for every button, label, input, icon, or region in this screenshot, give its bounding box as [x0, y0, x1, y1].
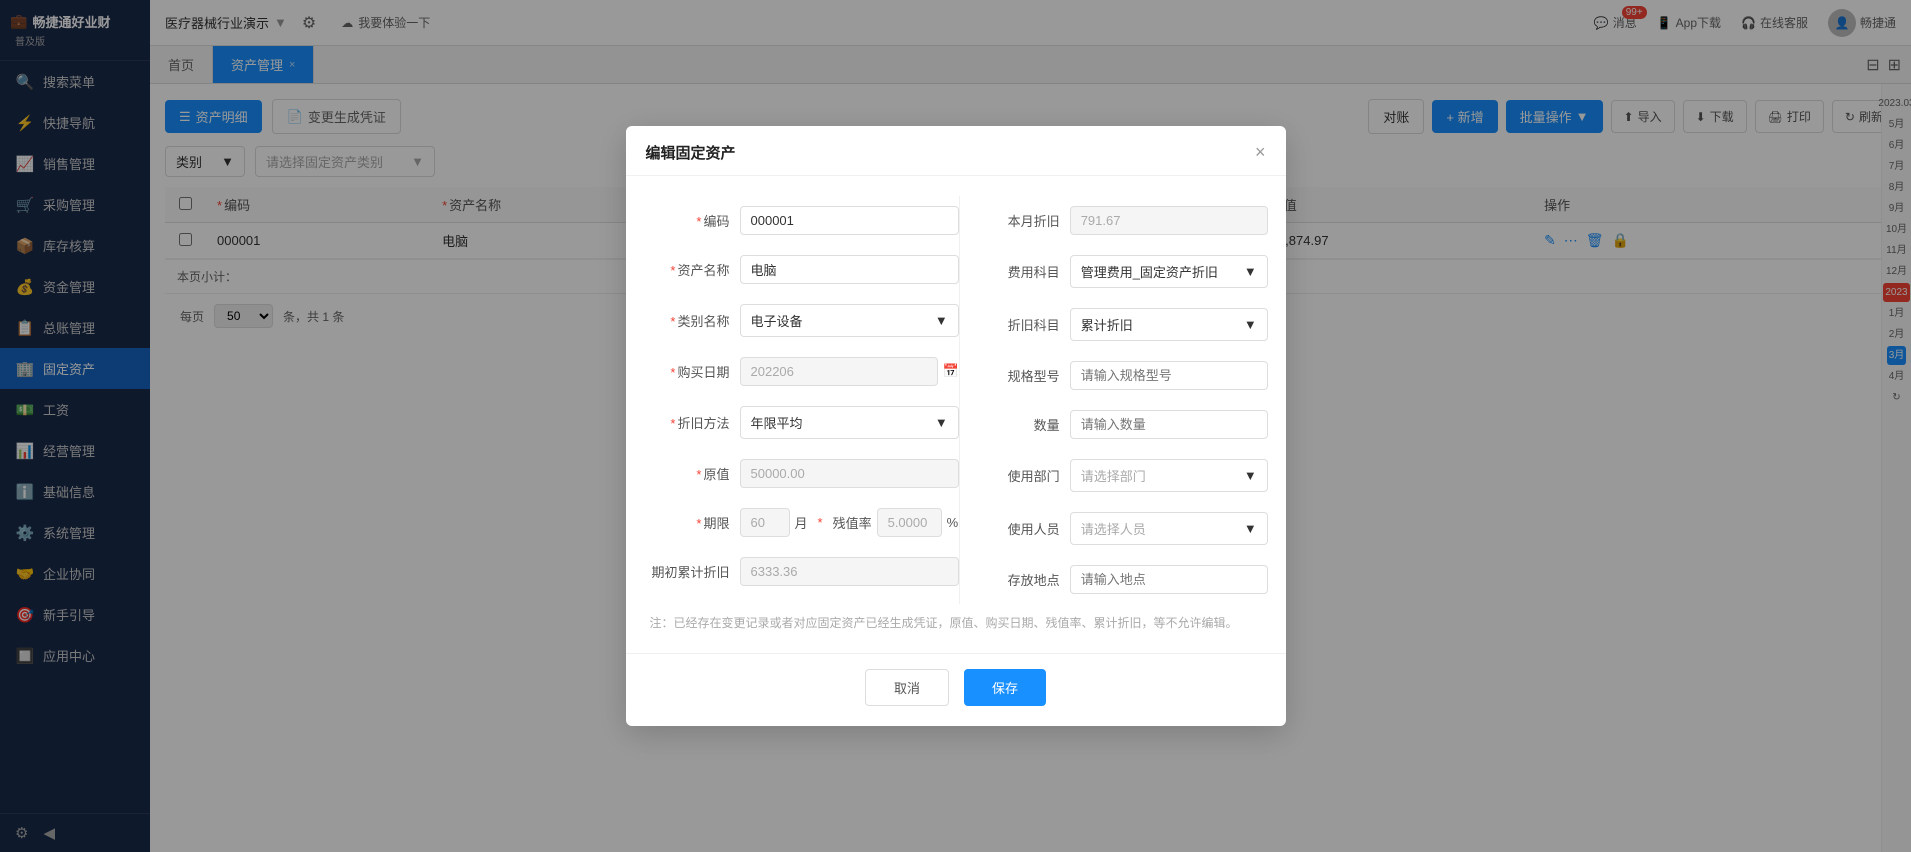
original-value-input[interactable]: [740, 459, 959, 488]
modal-header: 编辑固定资产 ×: [626, 126, 1286, 176]
dept-dropdown-icon: ▼: [1244, 468, 1257, 483]
cancel-button[interactable]: 取消: [865, 669, 949, 706]
modal-footer: 取消 保存: [626, 653, 1286, 726]
name-label: *资产名称: [650, 260, 740, 279]
spec-model-input[interactable]: [1070, 361, 1268, 390]
expense-subject-dropdown-icon: ▼: [1244, 264, 1257, 279]
modal-body: *编码 *资产名称 *类别名称: [626, 176, 1286, 653]
period-group: 月 * 残值率 %: [740, 508, 959, 537]
form-row-month-depr: 本月折旧: [980, 196, 1268, 245]
form-row-period-accum-depr: 期初累计折旧: [650, 547, 959, 596]
calendar-icon[interactable]: 📅: [943, 363, 959, 379]
dept-select[interactable]: 请选择部门 ▼: [1070, 459, 1268, 492]
form-row-depr-method: *折旧方法 年限平均 ▼: [650, 396, 959, 449]
form-row-location: 存放地点: [980, 555, 1268, 604]
period-label: *期限: [650, 513, 740, 532]
form-left-col: *编码 *资产名称 *类别名称: [650, 196, 959, 604]
period-unit: 月: [795, 513, 808, 532]
depr-method-dropdown-icon: ▼: [935, 415, 948, 430]
form-row-original-value: *原值: [650, 449, 959, 498]
month-depr-input: [1070, 206, 1268, 235]
depr-method-label: *折旧方法: [650, 413, 740, 432]
form-grid: *编码 *资产名称 *类别名称: [650, 196, 1262, 604]
quantity-label: 数量: [980, 415, 1070, 434]
depr-subject-label: 折旧科目: [980, 315, 1070, 334]
depr-method-select[interactable]: 年限平均 ▼: [740, 406, 959, 439]
modal-close-button[interactable]: ×: [1255, 142, 1266, 163]
form-row-spec-model: 规格型号: [980, 351, 1268, 400]
person-select[interactable]: 请选择人员 ▼: [1070, 512, 1268, 545]
form-row-category: *类别名称 电子设备 ▼: [650, 294, 959, 347]
form-row-depr-subject: 折旧科目 累计折旧 ▼: [980, 298, 1268, 351]
depr-subject-dropdown-icon: ▼: [1244, 317, 1257, 332]
save-button[interactable]: 保存: [964, 669, 1046, 706]
purchase-date-group: 📅: [740, 357, 959, 386]
expense-subject-label: 费用科目: [980, 262, 1070, 281]
name-input[interactable]: [740, 255, 959, 284]
form-row-period: *期限 月 * 残值率 %: [650, 498, 959, 547]
category-select[interactable]: 电子设备 ▼: [740, 304, 959, 337]
category-dropdown-icon: ▼: [935, 313, 948, 328]
modal-notice: 注：已经存在变更记录或者对应固定资产已经生成凭证，原值、购买日期、残值率、累计折…: [650, 614, 1262, 633]
form-row-code: *编码: [650, 196, 959, 245]
code-label: *编码: [650, 211, 740, 230]
form-row-purchase-date: *购买日期 📅: [650, 347, 959, 396]
form-row-expense-subject: 费用科目 管理费用_固定资产折旧 ▼: [980, 245, 1268, 298]
period-accum-depr-label: 期初累计折旧: [650, 562, 740, 581]
month-depr-label: 本月折旧: [980, 211, 1070, 230]
residual-rate-label: 残值率: [833, 513, 872, 532]
category-label: *类别名称: [650, 311, 740, 330]
purchase-date-label: *购买日期: [650, 362, 740, 381]
location-label: 存放地点: [980, 570, 1070, 589]
location-input[interactable]: [1070, 565, 1268, 594]
residual-rate-input[interactable]: [877, 508, 942, 537]
person-dropdown-icon: ▼: [1244, 521, 1257, 536]
form-row-quantity: 数量: [980, 400, 1268, 449]
dept-label: 使用部门: [980, 466, 1070, 485]
expense-subject-select[interactable]: 管理费用_固定资产折旧 ▼: [1070, 255, 1268, 288]
form-row-dept: 使用部门 请选择部门 ▼: [980, 449, 1268, 502]
residual-rate-unit: %: [947, 515, 959, 530]
period-accum-depr-input[interactable]: [740, 557, 959, 586]
quantity-input[interactable]: [1070, 410, 1268, 439]
form-row-person: 使用人员 请选择人员 ▼: [980, 502, 1268, 555]
original-value-label: *原值: [650, 464, 740, 483]
modal-overlay: 编辑固定资产 × *编码 *资产名称: [0, 0, 1911, 852]
form-row-name: *资产名称: [650, 245, 959, 294]
code-input[interactable]: [740, 206, 959, 235]
purchase-date-input[interactable]: [740, 357, 938, 386]
depr-subject-select[interactable]: 累计折旧 ▼: [1070, 308, 1268, 341]
period-input[interactable]: [740, 508, 790, 537]
modal-title: 编辑固定资产: [646, 142, 736, 163]
spec-model-label: 规格型号: [980, 366, 1070, 385]
person-label: 使用人员: [980, 519, 1070, 538]
form-right-col: 本月折旧 费用科目 管理费用_固定资产折旧 ▼: [959, 196, 1268, 604]
edit-asset-modal: 编辑固定资产 × *编码 *资产名称: [626, 126, 1286, 726]
